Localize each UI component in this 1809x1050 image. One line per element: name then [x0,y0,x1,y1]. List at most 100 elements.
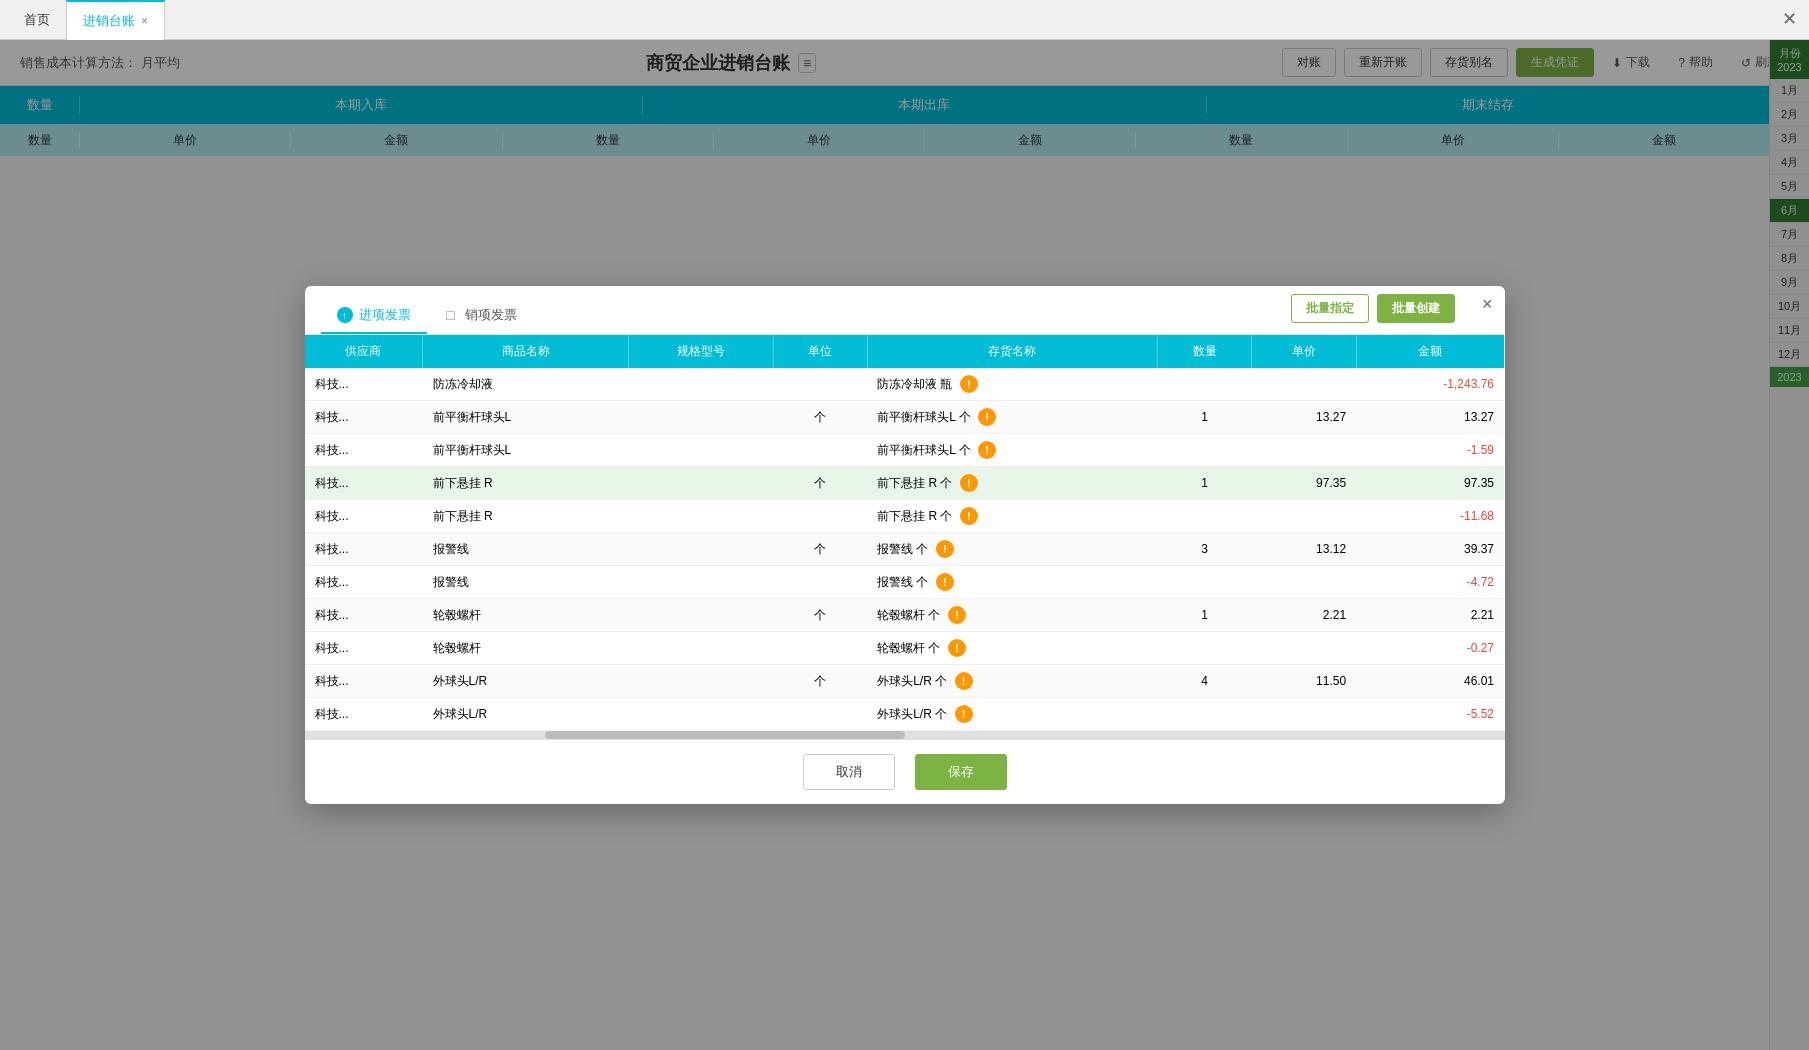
modal-close-icon[interactable]: × [1482,294,1493,315]
cell-quantity [1158,632,1252,665]
cell-quantity [1158,434,1252,467]
cell-unit: 个 [773,599,867,632]
horizontal-scrollbar[interactable] [305,731,1505,739]
warn-icon[interactable]: ! [948,639,966,657]
invoice-out-label: 销项发票 [465,306,517,324]
cell-product-name: 前下悬挂 R [423,500,629,533]
warn-icon[interactable]: ! [936,573,954,591]
cell-inventory-name: 报警线 个 ! [867,566,1157,599]
table-row: 科技...前平衡杆球头L前平衡杆球头L 个 !-1.59 [305,434,1505,467]
cell-amount: 2.21 [1356,599,1504,632]
cell-product-name: 报警线 [423,566,629,599]
cell-supplier: 科技... [305,368,423,401]
cell-unit-price: 13.27 [1252,401,1357,434]
cell-product-name: 前平衡杆球头L [423,434,629,467]
cell-supplier: 科技... [305,533,423,566]
cell-unit [773,566,867,599]
cell-inventory-name: 前平衡杆球头L 个 ! [867,401,1157,434]
scroll-thumb [545,731,905,739]
cell-product-name: 前下悬挂 R [423,467,629,500]
cell-supplier: 科技... [305,599,423,632]
warn-icon[interactable]: ! [978,441,996,459]
cell-unit: 个 [773,665,867,698]
warn-icon[interactable]: ! [960,507,978,525]
cell-unit: 个 [773,533,867,566]
cell-spec [629,368,773,401]
cell-product-name: 前平衡杆球头L [423,401,629,434]
window-close-icon[interactable]: ✕ [1782,8,1797,30]
cell-product-name: 防冻冷却液 [423,368,629,401]
cell-spec [629,698,773,731]
cell-unit-price [1252,698,1357,731]
cell-amount: -1.59 [1356,434,1504,467]
cell-unit [773,632,867,665]
tab-home-label: 首页 [24,11,50,29]
main-content: 销售成本计算方法： 月平均 商贸企业进销台账 ≡ 对账 重新开账 存货别名 生成… [0,40,1809,1050]
cell-inventory-name: 轮毂螺杆 个 ! [867,632,1157,665]
cell-unit-price [1252,500,1357,533]
batch-assign-button[interactable]: 批量指定 [1291,294,1369,323]
invoice-in-label: 进项发票 [359,306,411,324]
cell-supplier: 科技... [305,698,423,731]
warn-icon[interactable]: ! [978,408,996,426]
invoice-in-icon: ↑ [337,307,353,323]
warn-icon[interactable]: ! [960,375,978,393]
cell-unit [773,368,867,401]
warn-icon[interactable]: ! [955,672,973,690]
cell-amount: -11.68 [1356,500,1504,533]
cancel-button[interactable]: 取消 [803,754,895,790]
warn-icon[interactable]: ! [960,474,978,492]
warn-icon[interactable]: ! [948,606,966,624]
cell-unit-price: 11.50 [1252,665,1357,698]
cell-unit-price [1252,632,1357,665]
cell-amount: 39.37 [1356,533,1504,566]
table-row: 科技...外球头L/R个外球头L/R 个 !411.5046.01 [305,665,1505,698]
invoice-table: 供应商 商品名称 规格型号 单位 存货名称 数量 单价 金额 科技...防冻冷却… [305,335,1505,731]
table-row: 科技...前下悬挂 R个前下悬挂 R 个 !197.3597.35 [305,467,1505,500]
cell-amount: 13.27 [1356,401,1504,434]
cell-supplier: 科技... [305,632,423,665]
cell-quantity [1158,368,1252,401]
save-button[interactable]: 保存 [915,754,1007,790]
tab-invoice-out[interactable]: □ 销项发票 [427,298,533,334]
cell-supplier: 科技... [305,401,423,434]
tab-ledger-close[interactable]: × [141,14,148,28]
cell-unit: 个 [773,401,867,434]
cell-spec [629,665,773,698]
warn-icon[interactable]: ! [955,705,973,723]
cell-unit-price [1252,368,1357,401]
tab-invoice-in[interactable]: ↑ 进项发票 [321,298,427,334]
cell-spec [629,632,773,665]
cell-quantity [1158,566,1252,599]
cell-unit [773,434,867,467]
cell-quantity: 1 [1158,599,1252,632]
cell-inventory-name: 防冻冷却液 瓶 ! [867,368,1157,401]
cell-unit [773,698,867,731]
cell-amount: -1,243.76 [1356,368,1504,401]
cell-inventory-name: 外球头L/R 个 ! [867,665,1157,698]
cell-spec [629,401,773,434]
tab-bar: 首页 进销台账 × ✕ [0,0,1809,40]
cell-unit-price: 2.21 [1252,599,1357,632]
cell-product-name: 报警线 [423,533,629,566]
cell-unit-price [1252,566,1357,599]
warn-icon[interactable]: ! [936,540,954,558]
cell-amount: -0.27 [1356,632,1504,665]
cell-quantity: 3 [1158,533,1252,566]
cell-spec [629,599,773,632]
table-row: 科技...防冻冷却液 防冻冷却液 瓶 ! -1,243.76 [305,368,1505,401]
modal-header: ↑ 进项发票 □ 销项发票 批量指定 批量创建 × [305,286,1505,335]
cell-quantity: 1 [1158,467,1252,500]
cell-spec [629,566,773,599]
cell-supplier: 科技... [305,665,423,698]
batch-create-button[interactable]: 批量创建 [1377,294,1455,323]
cell-supplier: 科技... [305,467,423,500]
table-row: 科技...前平衡杆球头L个前平衡杆球头L 个 !113.2713.27 [305,401,1505,434]
invoice-out-icon: □ [443,307,459,323]
tab-ledger[interactable]: 进销台账 × [66,0,165,40]
tab-home[interactable]: 首页 [8,0,66,40]
cell-supplier: 科技... [305,434,423,467]
cell-unit-price: 13.12 [1252,533,1357,566]
cell-product-name: 轮毂螺杆 [423,632,629,665]
col-product: 商品名称 [423,335,629,368]
